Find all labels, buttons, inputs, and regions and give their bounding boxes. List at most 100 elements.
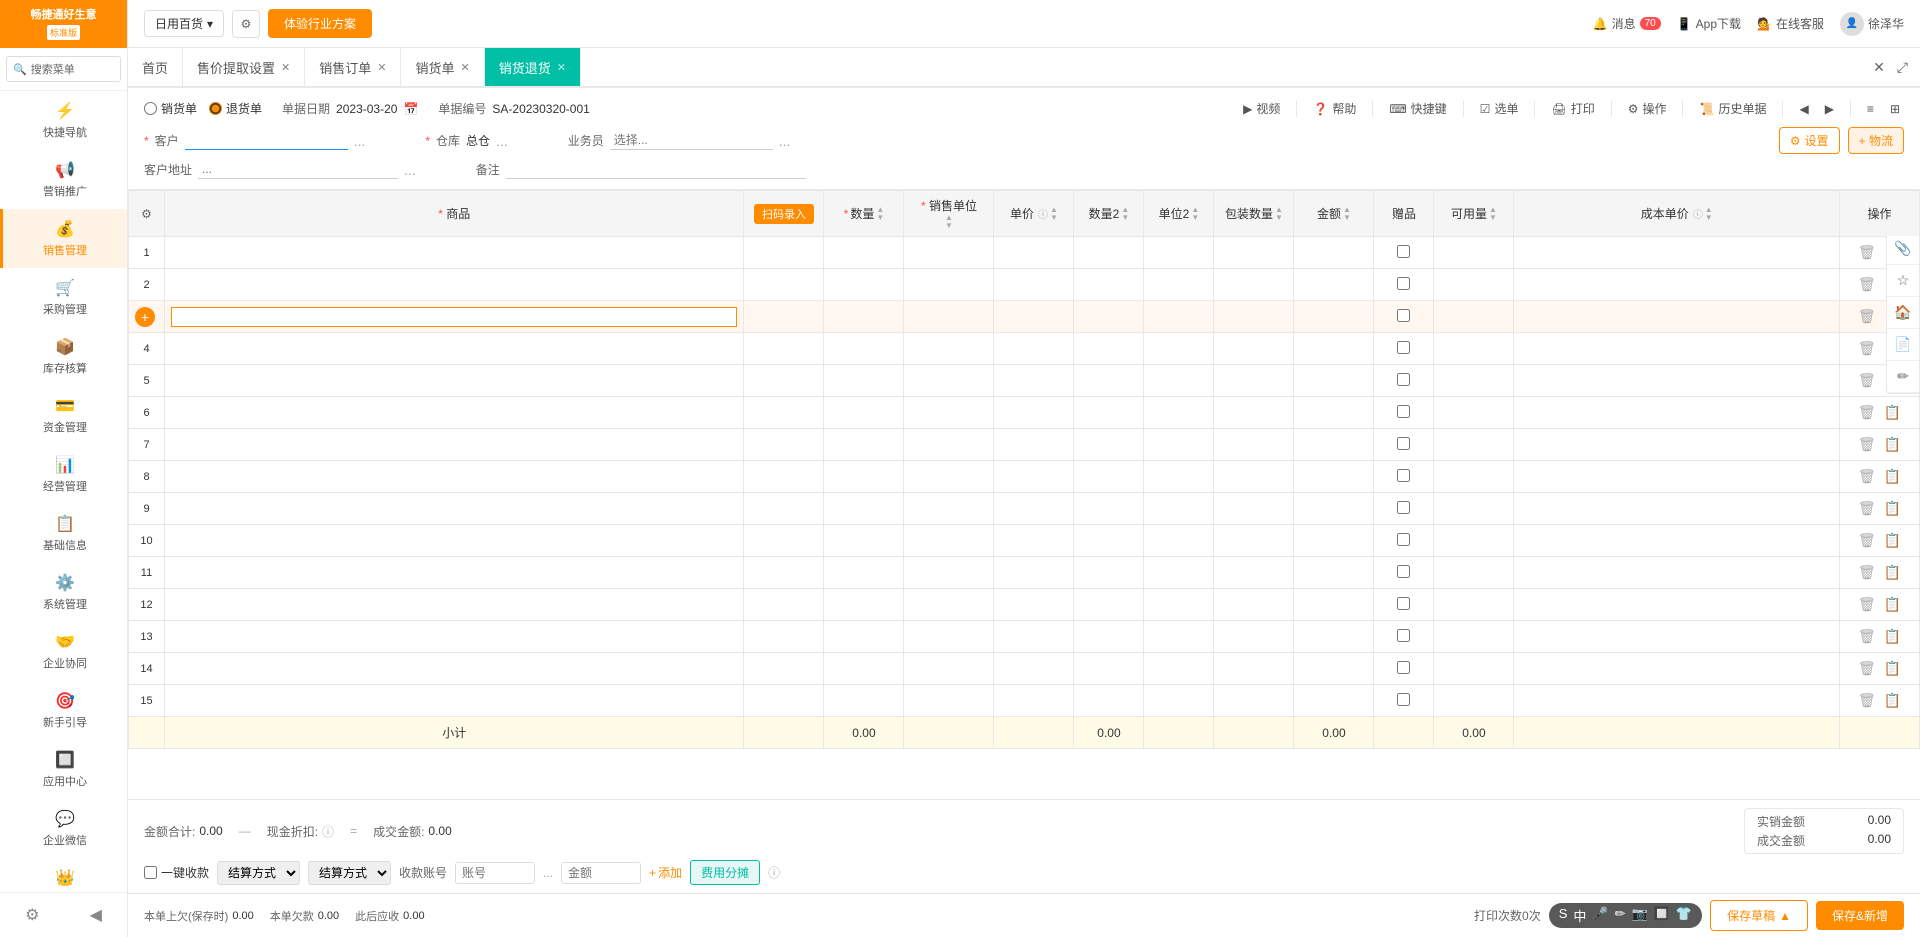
- row-2-gift-checkbox[interactable]: [1397, 277, 1410, 290]
- add-row-button[interactable]: +: [135, 307, 155, 327]
- row-3-delete-button[interactable]: 🗑: [1856, 306, 1878, 327]
- float-icon-6[interactable]: 🔲: [1654, 906, 1670, 925]
- row-1-pack-qty[interactable]: [1214, 237, 1294, 269]
- row-delete-button[interactable]: 🗑: [1856, 658, 1878, 679]
- remark-input[interactable]: [506, 160, 806, 179]
- toolbar-select[interactable]: ☑ 选单: [1476, 98, 1523, 119]
- sidebar-item-marketing[interactable]: 📢 营销推广: [0, 150, 127, 209]
- sidebar-item-inventory[interactable]: 📦 库存核算: [0, 327, 127, 386]
- row-3-pack-qty[interactable]: [1214, 301, 1294, 333]
- row-copy-button[interactable]: 📋: [1882, 658, 1903, 679]
- tab-home[interactable]: 首页: [128, 48, 183, 86]
- online-service-button[interactable]: 💁 在线客服: [1757, 15, 1824, 32]
- expense-info-icon[interactable]: ⓘ: [768, 864, 780, 881]
- toolbar-view-list[interactable]: ≡: [1863, 100, 1878, 118]
- row-copy-button[interactable]: 📋: [1882, 626, 1903, 647]
- row-1-delete-button[interactable]: 🗑: [1856, 242, 1878, 263]
- expense-split-button[interactable]: 费用分摊: [690, 860, 760, 885]
- calc-method-select[interactable]: 结算方式: [217, 861, 300, 885]
- row-3-qty[interactable]: [824, 301, 904, 333]
- row-copy-button[interactable]: 📋: [1882, 434, 1903, 455]
- right-icon-star[interactable]: ☆: [1887, 265, 1919, 297]
- toolbar-operation[interactable]: ⚙ 操作: [1624, 98, 1671, 119]
- row-1-gift-checkbox[interactable]: [1397, 245, 1410, 258]
- row-delete-button[interactable]: 🗑: [1856, 402, 1878, 423]
- row-3-qty2[interactable]: [1074, 301, 1144, 333]
- tab-sale-return[interactable]: 销货退货 ✕: [485, 48, 581, 86]
- price-info-icon[interactable]: ⓘ: [1038, 206, 1048, 221]
- row-2-gift[interactable]: [1374, 269, 1434, 301]
- float-icon-5[interactable]: 📷: [1632, 906, 1648, 925]
- col-settings-icon[interactable]: ⚙: [141, 207, 152, 221]
- sidebar-settings-button[interactable]: ⚙: [21, 901, 43, 929]
- save-draft-button[interactable]: 保存草稿 ▲: [1710, 900, 1808, 931]
- row-1-qty[interactable]: [824, 237, 904, 269]
- row-2-unit2[interactable]: [1144, 269, 1214, 301]
- right-icon-attachment[interactable]: 📎: [1887, 233, 1919, 265]
- tab-sale-return-close[interactable]: ✕: [557, 61, 566, 74]
- sidebar-item-sales[interactable]: 💰 销售管理: [0, 209, 127, 268]
- row-3-goods-input[interactable]: [171, 307, 737, 327]
- row-delete-button[interactable]: 🗑: [1856, 690, 1878, 711]
- address-input[interactable]: [198, 160, 398, 179]
- float-icon-2[interactable]: 中: [1573, 906, 1586, 925]
- sidebar-item-system[interactable]: ⚙️ 系统管理: [0, 563, 127, 622]
- row-delete-button[interactable]: 🗑: [1856, 530, 1878, 551]
- customer-ellipsis-button[interactable]: ...: [354, 133, 366, 149]
- address-ellipsis-button[interactable]: ...: [404, 162, 416, 178]
- row-copy-button[interactable]: 📋: [1882, 562, 1903, 583]
- row-delete-button[interactable]: 🗑: [1856, 370, 1878, 391]
- calc-sub-select[interactable]: 结算方式: [308, 861, 391, 885]
- tab-sale-order[interactable]: 销售订单 ✕: [305, 48, 401, 86]
- row-delete-button[interactable]: 🗑: [1856, 498, 1878, 519]
- tab-sale-price-close[interactable]: ✕: [281, 61, 290, 74]
- right-icon-doc[interactable]: 📄: [1887, 329, 1919, 361]
- row-2-pack-qty[interactable]: [1214, 269, 1294, 301]
- tab-sale-goods-close[interactable]: ✕: [461, 61, 470, 74]
- add-payment-button[interactable]: + 添加: [649, 864, 682, 881]
- toolbar-print[interactable]: 🖨 打印: [1547, 98, 1598, 119]
- toolbar-history[interactable]: 📜 历史单据: [1695, 98, 1770, 119]
- account-input[interactable]: [455, 862, 535, 884]
- sidebar-item-enterprise[interactable]: 🤝 企业协同: [0, 622, 127, 681]
- row-delete-button[interactable]: 🗑: [1856, 466, 1878, 487]
- toolbar-video[interactable]: ▶ 视频: [1239, 98, 1284, 119]
- radio-return-bill[interactable]: 退货单: [209, 100, 262, 117]
- row-3-gift[interactable]: [1374, 301, 1434, 333]
- row-2-delete-button[interactable]: 🗑: [1856, 274, 1878, 295]
- row-1-goods[interactable]: [165, 237, 744, 269]
- row-copy-button[interactable]: 📋: [1882, 594, 1903, 615]
- tab-close-all-button[interactable]: ✕: [1869, 57, 1889, 78]
- right-icon-home[interactable]: 🏠: [1887, 297, 1919, 329]
- row-1-sale-unit[interactable]: [904, 237, 994, 269]
- tab-maximize-button[interactable]: ⤢: [1893, 57, 1912, 78]
- settings-button[interactable]: ⚙ 设置: [1779, 127, 1840, 154]
- row-delete-button[interactable]: 🗑: [1856, 562, 1878, 583]
- toolbar-help[interactable]: ❓ 帮助: [1309, 98, 1360, 119]
- sidebar-item-guide[interactable]: 🎯 新手引导: [0, 681, 127, 740]
- cost-price-info-icon[interactable]: ⓘ: [1693, 206, 1703, 221]
- sidebar-item-operation[interactable]: 📊 经营管理: [0, 445, 127, 504]
- row-2-price[interactable]: [994, 269, 1074, 301]
- row-copy-button[interactable]: 📋: [1882, 466, 1903, 487]
- sidebar-item-basic[interactable]: 📋 基础信息: [0, 504, 127, 563]
- app-download-button[interactable]: 📱 App下载: [1677, 15, 1741, 32]
- customer-input[interactable]: [185, 131, 348, 150]
- row-delete-button[interactable]: 🗑: [1856, 338, 1878, 359]
- amount-input[interactable]: [561, 862, 641, 884]
- sidebar-item-apps[interactable]: 🔲 应用中心: [0, 740, 127, 799]
- row-3-amount[interactable]: [1294, 301, 1374, 333]
- sidebar-item-finance[interactable]: 💳 资金管理: [0, 386, 127, 445]
- radio-sale-bill[interactable]: 销货单: [144, 100, 197, 117]
- row-copy-button[interactable]: 📋: [1882, 690, 1903, 711]
- search-menu-button[interactable]: 🔍 搜索菜单: [6, 56, 121, 82]
- sidebar-item-purchase[interactable]: 🛒 采购管理: [0, 268, 127, 327]
- row-2-qty2[interactable]: [1074, 269, 1144, 301]
- sidebar-item-quick-nav[interactable]: ⚡ 快捷导航: [0, 91, 127, 150]
- row-1-unit2[interactable]: [1144, 237, 1214, 269]
- row-3-price[interactable]: [994, 301, 1074, 333]
- discount-info-icon[interactable]: ⓘ: [322, 823, 334, 840]
- one-click-payment-checkbox[interactable]: [144, 866, 157, 879]
- sidebar-item-wechat[interactable]: 💬 企业微信: [0, 799, 127, 858]
- save-new-button[interactable]: 保存&新增: [1816, 901, 1904, 930]
